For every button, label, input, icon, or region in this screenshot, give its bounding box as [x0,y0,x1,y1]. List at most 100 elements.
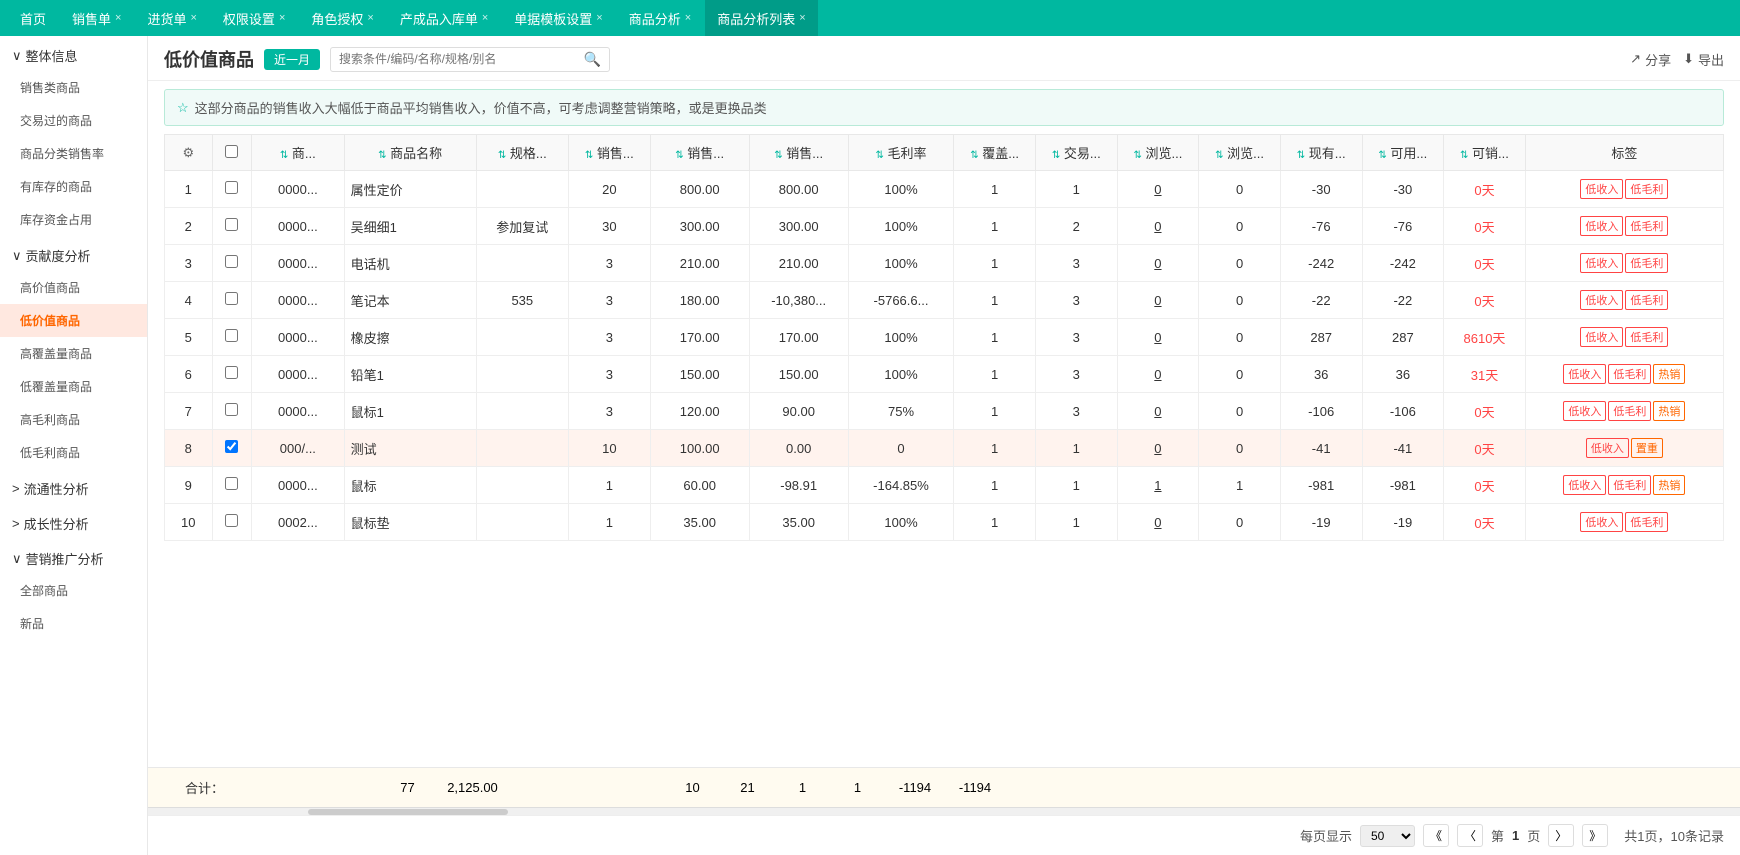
browse1-link[interactable]: 0 [1154,256,1161,271]
th-spec[interactable]: ⇅ 规格... [476,135,568,171]
th-settings[interactable]: ⚙ [165,135,213,171]
prev-page-btn[interactable]: 〈 [1457,824,1483,847]
row-checkbox[interactable] [225,514,238,527]
sidebar-item-stock-capital[interactable]: 库存资金占用 [0,203,147,236]
row-browse1[interactable]: 0 [1117,208,1199,245]
nav-close-purchase[interactable]: × [190,12,196,24]
nav-close-goods-list[interactable]: × [799,12,805,24]
row-browse1[interactable]: 0 [1117,430,1199,467]
row-checkbox-cell[interactable] [212,282,252,319]
row-browse1[interactable]: 0 [1117,171,1199,208]
row-checkbox[interactable] [225,292,238,305]
th-browse1[interactable]: ⇅ 浏览... [1117,135,1199,171]
sidebar-item-category-sales[interactable]: 商品分类销售率 [0,137,147,170]
th-code[interactable]: ⇅ 商... [252,135,344,171]
nav-goods-analysis[interactable]: 商品分析 × [617,0,703,36]
browse1-link[interactable]: 0 [1154,515,1161,530]
sidebar-group-overall[interactable]: ∨ 整体信息 [0,36,147,71]
nav-template[interactable]: 单据模板设置 × [502,0,614,36]
browse1-link[interactable]: 0 [1154,219,1161,234]
nav-close-goods-analysis[interactable]: × [685,12,691,24]
row-checkbox-cell[interactable] [212,504,252,541]
horizontal-scrollbar[interactable] [148,807,1740,815]
th-saleable[interactable]: ⇅ 可销... [1444,135,1526,171]
settings-icon[interactable]: ⚙ [182,145,194,160]
row-checkbox-cell[interactable] [212,393,252,430]
row-checkbox-cell[interactable] [212,245,252,282]
row-browse1[interactable]: 0 [1117,356,1199,393]
browse1-link[interactable]: 0 [1154,404,1161,419]
sidebar-group-contribution[interactable]: ∨ 贡献度分析 [0,236,147,271]
th-name[interactable]: ⇅ 商品名称 [344,135,476,171]
share-btn[interactable]: ↗ 分享 [1630,50,1671,69]
nav-close-product[interactable]: × [482,12,488,24]
row-checkbox[interactable] [225,181,238,194]
sidebar-item-high-value[interactable]: 高价值商品 [0,271,147,304]
th-gross[interactable]: ⇅ 毛利率 [848,135,954,171]
row-browse1[interactable]: 0 [1117,504,1199,541]
nav-role[interactable]: 角色授权 × [299,0,385,36]
select-all-checkbox[interactable] [225,145,238,158]
browse1-link[interactable]: 0 [1154,367,1161,382]
row-checkbox[interactable] [225,440,238,453]
row-browse1[interactable]: 1 [1117,467,1199,504]
row-checkbox-cell[interactable] [212,319,252,356]
sidebar-item-low-value[interactable]: 低价值商品 [0,304,147,337]
search-icon[interactable]: 🔍 [584,51,601,68]
row-browse1[interactable]: 0 [1117,319,1199,356]
row-browse1[interactable]: 0 [1117,245,1199,282]
row-checkbox-cell[interactable] [212,356,252,393]
row-checkbox[interactable] [225,477,238,490]
next-page-btn[interactable]: 〉 [1548,824,1574,847]
th-sales1[interactable]: ⇅ 销售... [569,135,651,171]
browse1-link[interactable]: 1 [1154,478,1161,493]
browse1-link[interactable]: 0 [1154,293,1161,308]
th-current[interactable]: ⇅ 现有... [1280,135,1362,171]
nav-close-template[interactable]: × [596,12,602,24]
nav-close-role[interactable]: × [367,12,373,24]
sidebar-item-low-coverage[interactable]: 低覆盖量商品 [0,370,147,403]
sidebar-group-growth[interactable]: > 成长性分析 [0,504,147,539]
sidebar-group-marketing[interactable]: ∨ 营销推广分析 [0,539,147,574]
sidebar-group-circulation[interactable]: > 流通性分析 [0,469,147,504]
row-checkbox-cell[interactable] [212,208,252,245]
sidebar-item-high-coverage[interactable]: 高覆盖量商品 [0,337,147,370]
nav-purchase[interactable]: 进货单 × [135,0,208,36]
row-browse1[interactable]: 0 [1117,393,1199,430]
search-box[interactable]: 🔍 [330,47,610,72]
nav-product-entry[interactable]: 产成品入库单 × [388,0,500,36]
row-checkbox-cell[interactable] [212,467,252,504]
nav-close-sales[interactable]: × [115,12,121,24]
sidebar-item-high-margin[interactable]: 高毛利商品 [0,403,147,436]
row-checkbox[interactable] [225,218,238,231]
th-available[interactable]: ⇅ 可用... [1362,135,1444,171]
row-checkbox[interactable] [225,366,238,379]
th-browse2[interactable]: ⇅ 浏览... [1199,135,1281,171]
nav-permission[interactable]: 权限设置 × [211,0,297,36]
date-filter-btn[interactable]: 近一月 [264,49,320,70]
sidebar-item-low-margin[interactable]: 低毛利商品 [0,436,147,469]
sidebar-item-sales-goods[interactable]: 销售类商品 [0,71,147,104]
row-browse1[interactable]: 0 [1117,282,1199,319]
th-checkbox[interactable] [212,135,252,171]
sidebar-item-all-goods[interactable]: 全部商品 [0,574,147,607]
browse1-link[interactable]: 0 [1154,330,1161,345]
row-checkbox-cell[interactable] [212,171,252,208]
row-checkbox[interactable] [225,255,238,268]
sidebar-item-new-goods[interactable]: 新品 [0,607,147,640]
browse1-link[interactable]: 0 [1154,182,1161,197]
nav-close-permission[interactable]: × [279,12,285,24]
last-page-btn[interactable]: 》 [1582,824,1608,847]
nav-sales[interactable]: 销售单 × [60,0,133,36]
export-btn[interactable]: ⬇ 导出 [1683,50,1724,69]
th-coverage[interactable]: ⇅ 覆盖... [954,135,1036,171]
row-checkbox[interactable] [225,403,238,416]
row-checkbox-cell[interactable] [212,430,252,467]
nav-goods-list[interactable]: 商品分析列表 × [705,0,817,36]
row-checkbox[interactable] [225,329,238,342]
search-input[interactable] [339,52,580,66]
first-page-btn[interactable]: 《 [1423,824,1449,847]
sidebar-item-traded-goods[interactable]: 交易过的商品 [0,104,147,137]
sidebar-item-stock-goods[interactable]: 有库存的商品 [0,170,147,203]
th-sales2[interactable]: ⇅ 销售... [650,135,749,171]
